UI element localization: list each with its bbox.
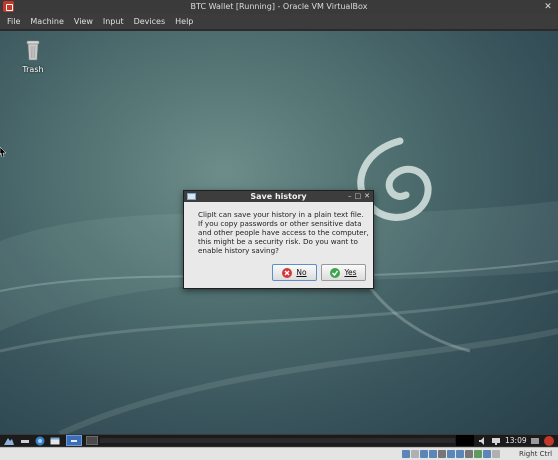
desktop-trash[interactable]: Trash	[16, 39, 50, 74]
menu-input[interactable]: Input	[98, 14, 129, 30]
usb-icon[interactable]	[438, 450, 446, 458]
cpu-icon[interactable]	[474, 450, 482, 458]
start-menu-icon[interactable]	[4, 436, 14, 446]
yes-button[interactable]: Yes	[321, 264, 366, 281]
dialog-message: ClipIt can save your history in a plain …	[198, 210, 369, 255]
mouse-integration-icon[interactable]	[483, 450, 491, 458]
keyboard-icon[interactable]	[492, 450, 500, 458]
menu-help[interactable]: Help	[170, 14, 198, 30]
window-list-icon[interactable]	[66, 435, 82, 446]
yes-button-label: Yes	[344, 268, 357, 277]
host-menu-bar: File Machine View Input Devices Help	[0, 14, 558, 30]
trash-icon	[26, 40, 40, 61]
file-manager-icon[interactable]	[50, 436, 60, 446]
power-icon[interactable]	[544, 436, 554, 446]
dialog-title: Save history	[250, 192, 307, 201]
host-window-title: BTC Wallet [Running] - Oracle VM Virtual…	[190, 2, 368, 11]
optical-drive-icon[interactable]	[411, 450, 419, 458]
guest-desktop: Trash Save history – □ ✕ ClipIt can save…	[0, 31, 558, 434]
taskbar-window-button[interactable]	[86, 436, 98, 445]
recording-icon[interactable]	[465, 450, 473, 458]
dialog-close-icon[interactable]: ✕	[364, 191, 370, 202]
menu-file[interactable]: File	[2, 14, 25, 30]
shared-folders-icon[interactable]	[447, 450, 455, 458]
hard-disk-icon[interactable]	[402, 450, 410, 458]
host-close-icon[interactable]: ✕	[543, 2, 553, 12]
taskbar-window-area	[100, 438, 455, 443]
network-icon[interactable]	[491, 436, 501, 446]
volume-icon[interactable]	[478, 436, 488, 446]
guest-taskbar: 13:09	[0, 434, 558, 446]
dialog-maximize-icon[interactable]: □	[355, 191, 362, 202]
no-button[interactable]: No	[272, 264, 317, 281]
mouse-cursor-icon	[0, 147, 6, 157]
menu-machine[interactable]: Machine	[25, 14, 69, 30]
host-title-bar: BTC Wallet [Running] - Oracle VM Virtual…	[0, 0, 558, 14]
cancel-icon	[282, 267, 293, 278]
menu-view[interactable]: View	[69, 14, 98, 30]
trash-label: Trash	[22, 65, 44, 74]
taskbar-tray-slot	[456, 435, 474, 446]
dialog-minimize-icon[interactable]: –	[348, 191, 352, 202]
taskbar-clock[interactable]: 13:09	[505, 435, 527, 446]
browser-icon[interactable]	[35, 436, 45, 446]
show-desktop-icon[interactable]	[20, 436, 30, 446]
no-button-label: No	[296, 268, 307, 277]
network-adapter-icon[interactable]	[429, 450, 437, 458]
audio-icon[interactable]	[420, 450, 428, 458]
display-icon[interactable]	[456, 450, 464, 458]
save-history-dialog: Save history – □ ✕ ClipIt can save your …	[183, 190, 374, 289]
host-status-bar: Right Ctrl	[0, 447, 558, 460]
host-key-label: Right Ctrl	[519, 450, 553, 458]
menu-devices[interactable]: Devices	[129, 14, 171, 30]
dialog-title-bar[interactable]: Save history – □ ✕	[184, 191, 373, 202]
tray-monitor-icon[interactable]	[530, 436, 540, 446]
ok-icon	[330, 267, 341, 278]
